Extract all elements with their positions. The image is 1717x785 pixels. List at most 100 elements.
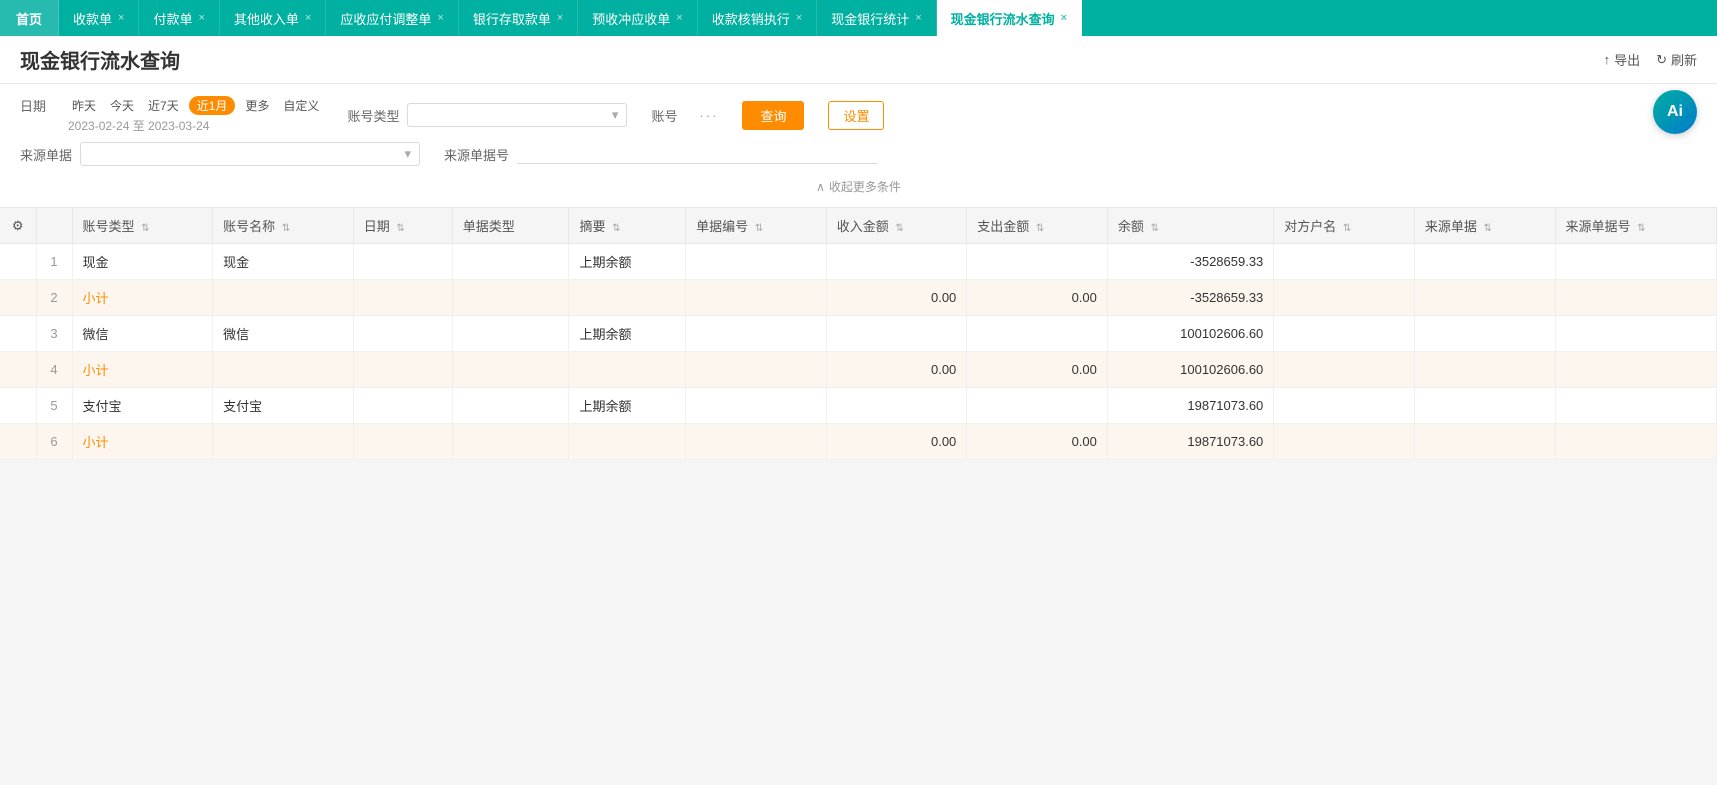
- col-account-name[interactable]: 账号名称 ⇅: [213, 208, 354, 244]
- page-header: 现金银行流水查询 ↑ 导出 ↻ 刷新: [0, 36, 1717, 84]
- export-button[interactable]: ↑ 导出: [1604, 50, 1641, 69]
- shortcut-7days[interactable]: 近7天: [144, 96, 183, 115]
- cell-date: [353, 280, 452, 316]
- cell-source-doc: [1414, 352, 1555, 388]
- cell-balance: 100102606.60: [1107, 352, 1273, 388]
- cell-account-name: 微信: [213, 316, 354, 352]
- cell-actions: [0, 388, 36, 424]
- cell-summary: 上期余额: [569, 316, 686, 352]
- cell-counterparty: [1274, 280, 1415, 316]
- close-icon[interactable]: ×: [796, 12, 802, 24]
- account-dots[interactable]: ···: [699, 108, 718, 123]
- table-row: 4小计0.000.00100102606.60: [0, 352, 1717, 388]
- source-doc-num-filter-group: 来源单据号: [444, 144, 877, 164]
- table-container: ⚙ 账号类型 ⇅ 账号名称 ⇅ 日期 ⇅ 单据类型 摘要 ⇅ 单据编号 ⇅ 收入…: [0, 208, 1717, 460]
- nav-tab-liushui[interactable]: 现金银行流水查询 ×: [937, 0, 1082, 36]
- cell-doc-type: [452, 244, 569, 280]
- cell-actions: [0, 280, 36, 316]
- cell-doc-type: [452, 352, 569, 388]
- close-icon[interactable]: ×: [915, 12, 921, 24]
- collapse-bar[interactable]: ∧ 收起更多条件: [20, 174, 1697, 199]
- col-balance[interactable]: 余额 ⇅: [1107, 208, 1273, 244]
- cell-index: 2: [36, 280, 72, 316]
- cell-expense: 0.00: [967, 352, 1108, 388]
- cell-account-name: 支付宝: [213, 388, 354, 424]
- account-filter-group: 账号 ···: [651, 106, 718, 125]
- source-doc-num-label: 来源单据号: [444, 145, 509, 164]
- query-button[interactable]: 查询: [742, 101, 804, 130]
- cell-actions: [0, 244, 36, 280]
- cell-doc-no: [686, 244, 827, 280]
- filter-row-1: 日期 昨天 今天 近7天 近1月 更多 自定义 2023-02-24 至 202…: [20, 96, 1697, 134]
- cell-index: 1: [36, 244, 72, 280]
- cell-counterparty: [1274, 244, 1415, 280]
- data-table: ⚙ 账号类型 ⇅ 账号名称 ⇅ 日期 ⇅ 单据类型 摘要 ⇅ 单据编号 ⇅ 收入…: [0, 208, 1717, 460]
- col-doc-no[interactable]: 单据编号 ⇅: [686, 208, 827, 244]
- cell-doc-type: [452, 388, 569, 424]
- close-icon[interactable]: ×: [1061, 12, 1067, 24]
- settings-button[interactable]: 设置: [828, 101, 884, 130]
- cell-income: [826, 316, 967, 352]
- cell-actions: [0, 352, 36, 388]
- shortcut-yesterday[interactable]: 昨天: [68, 96, 100, 115]
- cell-source-doc: [1414, 388, 1555, 424]
- nav-home[interactable]: 首页: [0, 0, 59, 36]
- col-income[interactable]: 收入金额 ⇅: [826, 208, 967, 244]
- nav-tab-shoukuanxiaoxiao[interactable]: 收款核销执行 ×: [698, 0, 817, 36]
- close-icon[interactable]: ×: [118, 12, 124, 24]
- col-settings[interactable]: ⚙: [0, 208, 36, 244]
- close-icon[interactable]: ×: [676, 12, 682, 24]
- cell-counterparty: [1274, 388, 1415, 424]
- col-expense[interactable]: 支出金额 ⇅: [967, 208, 1108, 244]
- col-date[interactable]: 日期 ⇅: [353, 208, 452, 244]
- cell-source-doc: [1414, 244, 1555, 280]
- shortcut-1month[interactable]: 近1月: [189, 96, 236, 115]
- source-doc-num-input[interactable]: [517, 144, 877, 164]
- nav-tab-xianjinyinhang[interactable]: 现金银行统计 ×: [817, 0, 936, 36]
- cell-account-type: 小计: [72, 280, 213, 316]
- table-row: 5支付宝支付宝上期余额19871073.60: [0, 388, 1717, 424]
- refresh-button[interactable]: ↻ 刷新: [1656, 50, 1697, 69]
- cell-expense: 0.00: [967, 280, 1108, 316]
- nav-tab-yingshouyingfu[interactable]: 应收应付调整单 ×: [326, 0, 458, 36]
- nav-tab-shoukuandan[interactable]: 收款单 ×: [59, 0, 139, 36]
- ai-assistant-button[interactable]: Ai: [1653, 90, 1697, 134]
- filter-area: 日期 昨天 今天 近7天 近1月 更多 自定义 2023-02-24 至 202…: [0, 84, 1717, 208]
- date-filter-group: 日期 昨天 今天 近7天 近1月 更多 自定义 2023-02-24 至 202…: [20, 96, 323, 134]
- date-shortcuts-group: 昨天 今天 近7天 近1月 更多 自定义 2023-02-24 至 2023-0…: [68, 96, 323, 134]
- nav-tab-fukuandan[interactable]: 付款单 ×: [139, 0, 219, 36]
- cell-source-doc: [1414, 280, 1555, 316]
- header-actions: ↑ 导出 ↻ 刷新: [1604, 50, 1697, 69]
- cell-income: 0.00: [826, 352, 967, 388]
- date-shortcuts: 昨天 今天 近7天 近1月 更多 自定义: [68, 96, 323, 115]
- cell-doc-no: [686, 388, 827, 424]
- cell-account-name: [213, 424, 354, 460]
- col-doc-type: 单据类型: [452, 208, 569, 244]
- shortcut-more[interactable]: 更多: [241, 96, 273, 115]
- shortcut-today[interactable]: 今天: [106, 96, 138, 115]
- close-icon[interactable]: ×: [437, 12, 443, 24]
- export-icon: ↑: [1604, 52, 1611, 67]
- close-icon[interactable]: ×: [557, 12, 563, 24]
- cell-account-type: 现金: [72, 244, 213, 280]
- cell-doc-no: [686, 280, 827, 316]
- close-icon[interactable]: ×: [305, 12, 311, 24]
- close-icon[interactable]: ×: [198, 12, 204, 24]
- col-source-doc[interactable]: 来源单据 ⇅: [1414, 208, 1555, 244]
- cell-source-doc-no: [1555, 244, 1716, 280]
- account-type-select[interactable]: ▾: [407, 103, 627, 127]
- col-counterparty[interactable]: 对方户名 ⇅: [1274, 208, 1415, 244]
- nav-tab-qitasouru[interactable]: 其他收入单 ×: [220, 0, 326, 36]
- nav-tab-yinhangcunqu[interactable]: 银行存取款单 ×: [459, 0, 578, 36]
- account-label: 账号: [651, 106, 691, 125]
- col-summary[interactable]: 摘要 ⇅: [569, 208, 686, 244]
- chevron-down-icon: ▾: [404, 146, 411, 162]
- source-doc-select[interactable]: ▾: [80, 142, 420, 166]
- col-account-type[interactable]: 账号类型 ⇅: [72, 208, 213, 244]
- cell-summary: [569, 280, 686, 316]
- col-source-doc-no[interactable]: 来源单据号 ⇅: [1555, 208, 1716, 244]
- nav-tab-yushouzhong[interactable]: 预收冲应收单 ×: [578, 0, 697, 36]
- cell-counterparty: [1274, 316, 1415, 352]
- shortcut-custom[interactable]: 自定义: [279, 96, 323, 115]
- cell-source-doc: [1414, 424, 1555, 460]
